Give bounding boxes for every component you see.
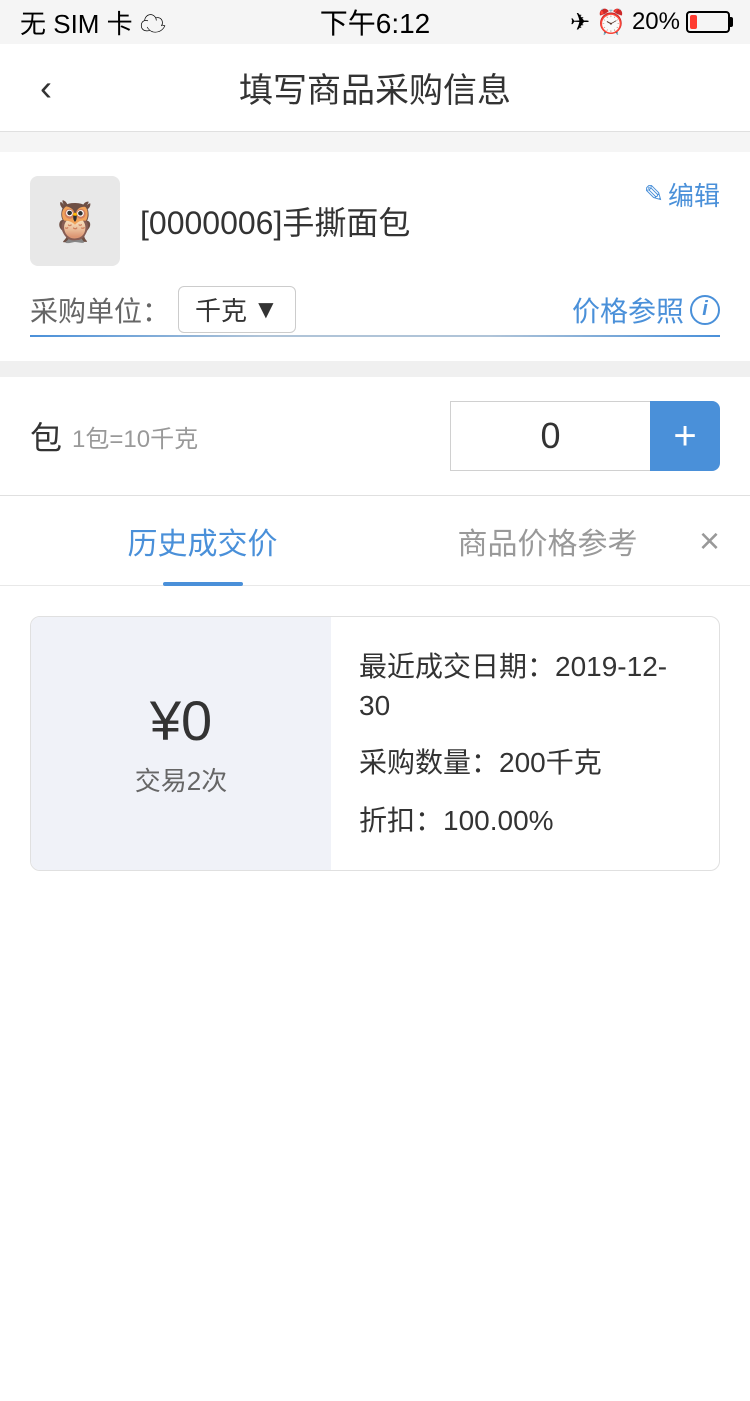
quantity-sub-label: 1包=10千克 <box>72 419 198 454</box>
status-left: 无 SIM 卡 ☁ <box>20 4 166 41</box>
discount-label: 折扣： <box>359 805 443 836</box>
unit-value: 千克 <box>195 291 247 328</box>
quantity-unit: 包 <box>30 413 62 459</box>
info-icon: i <box>690 295 720 325</box>
unit-arrow: ▼ <box>253 294 279 325</box>
tab-product-price-ref-label: 商品价格参考 <box>458 519 638 563</box>
history-price-card: ¥0 交易2次 最近成交日期：2019-12-30 采购数量：200千克 折扣：… <box>30 616 720 871</box>
battery-icon <box>686 11 730 33</box>
location-icon: ✈ <box>570 8 590 37</box>
quantity-section: 包 1包=10千克 + <box>0 361 750 495</box>
panel-content: ¥0 交易2次 最近成交日期：2019-12-30 采购数量：200千克 折扣：… <box>0 586 750 901</box>
product-info: 🦉 [0000006]手撕面包 <box>30 176 410 266</box>
recent-date-label: 最近成交日期： <box>359 651 555 682</box>
purchase-qty-value: 200千克 <box>499 747 602 778</box>
price-transactions: 交易2次 <box>135 761 227 798</box>
purchase-qty-row: 采购数量：200千克 <box>359 743 691 782</box>
quantity-input-group: + <box>450 401 720 471</box>
quantity-input[interactable] <box>450 401 650 471</box>
alarm-icon: ⏰ <box>596 8 626 37</box>
main-content <box>0 901 750 1401</box>
tab-history-price[interactable]: 历史成交价 <box>30 496 375 586</box>
discount-row: 折扣：100.00% <box>359 801 691 840</box>
unit-selector-group: 采购单位： 千克 ▼ <box>30 286 296 333</box>
quantity-plus-button[interactable]: + <box>650 401 720 471</box>
edit-icon: ✎ <box>644 180 664 209</box>
edit-label: 编辑 <box>668 176 720 213</box>
status-bar: 无 SIM 卡 ☁ 下午6:12 ✈ ⏰ 20% <box>0 0 750 44</box>
panel: 历史成交价 商品价格参考 × ¥0 交易2次 最近成交日期：2019-12-30… <box>0 495 750 901</box>
sim-text: 无 SIM 卡 ☁ <box>20 4 166 41</box>
header: ‹ 填写商品采购信息 <box>0 44 750 132</box>
purchase-qty-label: 采购数量： <box>359 747 499 778</box>
panel-close-button[interactable]: × <box>699 520 720 562</box>
price-reference-button[interactable]: 价格参照 i <box>572 290 720 330</box>
tab-active-indicator <box>163 582 243 586</box>
product-header: 🦉 [0000006]手撕面包 ✎ 编辑 <box>30 176 720 266</box>
status-time: 下午6:12 <box>320 2 431 42</box>
page-title: 填写商品采购信息 <box>239 63 511 112</box>
discount-value: 100.00% <box>443 805 554 836</box>
back-button[interactable]: ‹ <box>30 57 62 119</box>
recent-date-row: 最近成交日期：2019-12-30 <box>359 647 691 725</box>
product-thumbnail-icon: 🦉 <box>50 198 100 245</box>
product-name: [0000006]手撕面包 <box>140 198 410 244</box>
tab-history-price-label: 历史成交价 <box>128 519 278 563</box>
status-right: ✈ ⏰ 20% <box>570 8 730 37</box>
quantity-label: 包 1包=10千克 <box>30 413 198 459</box>
edit-button[interactable]: ✎ 编辑 <box>644 176 720 213</box>
tab-product-price-ref[interactable]: 商品价格参考 <box>375 496 720 586</box>
price-value: ¥0 <box>150 688 212 753</box>
product-card: 🦉 [0000006]手撕面包 ✎ 编辑 采购单位： 千克 ▼ 价格参照 i <box>0 152 750 361</box>
product-image: 🦉 <box>30 176 120 266</box>
price-card-left: ¥0 交易2次 <box>31 617 331 870</box>
product-unit-row: 采购单位： 千克 ▼ 价格参照 i <box>30 286 720 333</box>
divider <box>30 335 720 337</box>
battery-text: 20% <box>632 8 680 36</box>
unit-label: 采购单位： <box>30 290 170 330</box>
unit-select[interactable]: 千克 ▼ <box>178 286 296 333</box>
price-card-right: 最近成交日期：2019-12-30 采购数量：200千克 折扣：100.00% <box>331 617 719 870</box>
panel-tabs: 历史成交价 商品价格参考 × <box>0 496 750 586</box>
price-ref-label: 价格参照 <box>572 290 684 330</box>
